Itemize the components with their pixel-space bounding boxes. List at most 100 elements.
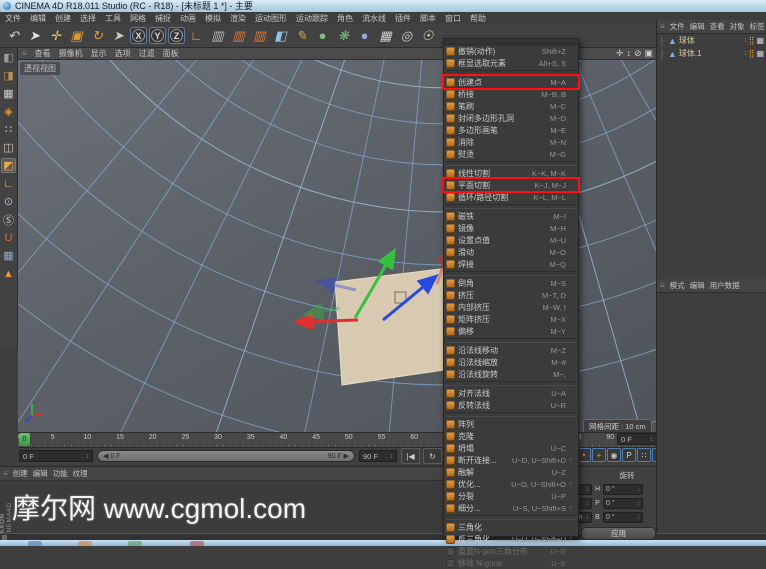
toolbar-icon[interactable]: X [130, 27, 147, 44]
viewport-menu-options[interactable]: 选项 [115, 48, 131, 59]
mode-toolbar-icon[interactable]: ◧ [1, 50, 16, 65]
viewport-menu-camera[interactable]: 摄像机 [59, 48, 83, 59]
menu-bar-item[interactable]: 选择 [80, 13, 96, 24]
context-menu-item[interactable]: 循环/路径切割 K~L, M~L ○ [444, 191, 578, 203]
toolbar-icon[interactable]: ↻ [88, 26, 107, 45]
menu-bar-item[interactable]: 网格 [130, 13, 146, 24]
menu-bar-item[interactable]: 创建 [55, 13, 71, 24]
context-menu-item[interactable]: 倒角 M~S ○ [444, 277, 578, 289]
spinner-icon[interactable]: ↕ [86, 453, 90, 460]
context-menu-item[interactable]: 沿法线旋转 M~, ○ [444, 368, 578, 380]
visibility-dots-icon[interactable]: ∶ [744, 49, 746, 58]
context-menu-item[interactable]: 线性切割 K~K, M~K ○ [444, 167, 578, 179]
toolbar-icon[interactable]: ❋ [334, 26, 353, 45]
om-menu-edit[interactable]: 编辑 [690, 21, 705, 32]
spinner-icon[interactable]: ↕ [390, 453, 394, 460]
viewport-panel-icon[interactable]: ≡ [22, 49, 27, 58]
context-menu-item[interactable]: 分裂 U~P ○ [444, 490, 578, 502]
context-menu-item[interactable]: ○ [446, 381, 576, 386]
toolbar-icon[interactable]: ▥ [208, 26, 227, 45]
context-menu-item[interactable]: 创建点 M~A ○ [444, 76, 578, 88]
context-menu-item[interactable]: 内部挤压 M~W, I ○ [444, 301, 578, 313]
context-menu-item[interactable]: 对齐法线 U~A ○ [444, 387, 578, 399]
uvw-tag-icon[interactable]: ▦ [756, 36, 764, 45]
mode-toolbar-icon[interactable]: ◫ [1, 140, 16, 155]
mode-toolbar-icon[interactable]: ▲ [1, 266, 16, 281]
context-menu-item[interactable]: 镜像 M~H ○ [444, 222, 578, 234]
toolbar-icon[interactable]: ▥ [250, 26, 269, 45]
viewport-menu-view[interactable]: 查看 [35, 48, 51, 59]
angle-field[interactable]: 0 ° ↕ [603, 484, 643, 495]
menu-bar-item[interactable]: 流水线 [362, 13, 386, 24]
toolbar-icon[interactable]: Z [168, 27, 185, 44]
toolbar-icon[interactable]: ● [313, 26, 332, 45]
object-row[interactable]: ├ ▲ 球体.1 ∶ ⣿ ▦ [657, 47, 766, 60]
context-menu-item[interactable]: 多边形画笔 M~E ○ [444, 124, 578, 136]
context-menu-item[interactable]: 滑动 M~O ○ [444, 246, 578, 258]
context-menu-item[interactable]: 消除 M~N ○ [444, 136, 578, 148]
context-menu-item[interactable]: 挤压 M~T, D ○ [444, 289, 578, 301]
mode-toolbar-icon[interactable]: ▦ [1, 86, 16, 101]
menu-bar-item[interactable]: 运动跟踪 [296, 13, 328, 24]
timeline-range-slider[interactable]: ◀ 0 F 90 F ▶ [97, 450, 355, 462]
viewport-menu-filter[interactable]: 过滤 [139, 48, 155, 59]
mode-toolbar-icon[interactable]: ◨ [1, 68, 16, 83]
context-menu-item[interactable]: 重置N-gon三角分布 U~G ○ [444, 545, 578, 557]
end-frame-field[interactable]: 90 F ↕ [359, 450, 397, 462]
toolbar-icon[interactable]: ◎ [397, 26, 416, 45]
mode-toolbar-icon[interactable]: ∟ [1, 176, 16, 191]
viewport-nav-icon[interactable]: ▣ [644, 48, 653, 59]
context-menu-item[interactable]: ○ [446, 338, 576, 343]
context-menu-item[interactable]: 平面切割 K~J, M~J ○ [444, 179, 578, 191]
context-menu-item[interactable]: 细分... U~S, U~Shift+S ○ [444, 502, 578, 514]
context-menu-item[interactable]: 阵列 ○ [444, 418, 578, 430]
context-menu-item[interactable]: 熨烫 M~G ○ [444, 148, 578, 160]
mode-toolbar-icon[interactable]: ◩ [1, 158, 16, 173]
mode-toolbar-icon[interactable]: ◈ [1, 104, 16, 119]
angle-field[interactable]: 0 ° ↕ [603, 512, 643, 523]
context-menu-item[interactable]: ○ [446, 271, 576, 276]
menu-bar-item[interactable]: 帮助 [470, 13, 486, 24]
panel-menu-icon[interactable]: ≡ [660, 22, 665, 31]
context-menu-item[interactable]: 撤销(动作) Shift+Z ○ [444, 45, 578, 57]
mode-toolbar-icon[interactable]: Ⓢ [1, 212, 16, 227]
record-icon[interactable]: + [592, 448, 606, 462]
context-menu-item[interactable]: 矩阵挤压 M~X ○ [444, 313, 578, 325]
context-menu-item[interactable]: ○ [446, 161, 576, 166]
context-menu-item[interactable]: 融解 U~Z ○ [444, 466, 578, 478]
menu-bar-item[interactable]: 捕捉 [155, 13, 171, 24]
context-menu-item[interactable]: ○ [446, 515, 576, 520]
panel-menu-icon[interactable]: ≡ [660, 281, 665, 290]
context-menu-item[interactable]: ○ [446, 204, 576, 209]
menu-bar-item[interactable]: 工具 [105, 13, 121, 24]
object-name[interactable]: 球体.1 [679, 48, 702, 59]
toolbar-icon[interactable]: ➤ [109, 26, 128, 45]
toolbar-icon[interactable]: ● [355, 26, 374, 45]
context-menu-item[interactable]: 反三角化... U~U, U~Shift+U ○ [444, 533, 578, 545]
context-menu-item[interactable]: 框显选取元素 Alt+S, S ○ [444, 57, 578, 69]
viewport-nav-icon[interactable]: ⊘ [634, 48, 642, 59]
record-icon[interactable]: ◉ [607, 448, 621, 462]
context-menu-item[interactable]: 沿法线缩放 M~# ○ [444, 356, 578, 368]
menu-bar-item[interactable]: 脚本 [420, 13, 436, 24]
viewport-menu-display[interactable]: 显示 [91, 48, 107, 59]
menu-bar-item[interactable]: 文件 [5, 13, 21, 24]
context-menu-item[interactable]: 焊接 M~Q ○ [444, 258, 578, 270]
mode-toolbar-icon[interactable]: ∷ [1, 122, 16, 137]
spinner-icon[interactable]: ↕ [650, 436, 654, 443]
object-name[interactable]: 球体 [679, 35, 695, 46]
context-menu-item[interactable]: 磁铁 M~I ○ [444, 210, 578, 222]
playback-button[interactable]: |◀ [401, 448, 420, 464]
am-menu-mode[interactable]: 模式 [670, 280, 685, 291]
context-menu-item[interactable]: ○ [446, 412, 576, 417]
context-menu-item[interactable]: 断开连接... U~D, U~Shift+D ○ [444, 454, 578, 466]
context-menu-item[interactable]: 克隆 ○ [444, 430, 578, 442]
object-row[interactable]: ├ ▲ 球体 ∶ ⣿ ▦ [657, 34, 766, 47]
toolbar-icon[interactable]: ▣ [67, 26, 86, 45]
toolbar-icon[interactable]: ◧ [271, 26, 290, 45]
mm-menu-texture[interactable]: 纹理 [73, 468, 88, 479]
timeline-playhead[interactable]: 0 [19, 433, 30, 446]
viewport-nav-icon[interactable]: ✛ [616, 48, 624, 59]
record-icon[interactable]: ∷ [637, 448, 651, 462]
context-menu-item[interactable]: 笔刷 M~C ○ [444, 100, 578, 112]
